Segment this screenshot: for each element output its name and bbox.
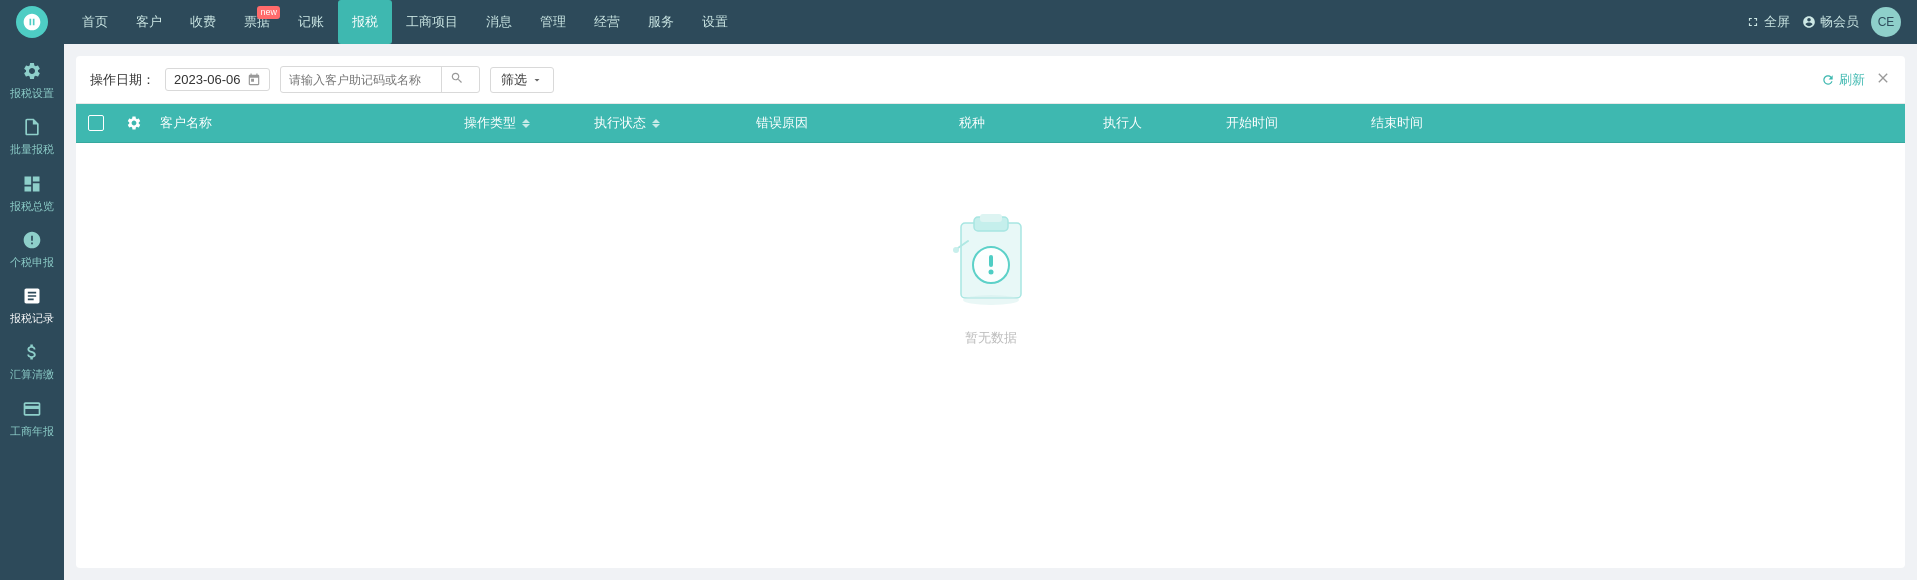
sort-op-type-icon: [522, 119, 530, 128]
svg-rect-4: [989, 255, 993, 267]
nav-item-工商项目[interactable]: 工商项目: [392, 0, 472, 44]
th-start-time-label: 开始时间: [1226, 114, 1278, 132]
date-value: 2023-06-06: [174, 72, 241, 87]
badge-new: new: [257, 6, 280, 19]
sidebar: 报税设置 批量报税 报税总览 个税申报 报税记录 汇算清缴 工商年报: [0, 44, 64, 580]
nav-item-票据[interactable]: 票据new: [230, 0, 284, 44]
record-icon: [21, 285, 43, 307]
nav-item-报税[interactable]: 报税: [338, 0, 392, 44]
th-error-label: 错误原因: [756, 114, 808, 132]
top-navigation: 首页客户收费票据new记账报税工商项目消息管理经营服务设置 全屏 畅会员 CE: [0, 0, 1917, 44]
nav-item-管理[interactable]: 管理: [526, 0, 580, 44]
search-button[interactable]: [441, 67, 472, 92]
search-field: [280, 66, 480, 93]
avatar[interactable]: CE: [1871, 7, 1901, 37]
svg-point-8: [963, 295, 1019, 305]
fullscreen-button[interactable]: 全屏: [1746, 13, 1790, 31]
settings-icon: [21, 60, 43, 82]
filter-label-text: 筛选: [501, 71, 527, 89]
sidebar-label: 汇算清缴: [10, 367, 54, 381]
sort-status-icon: [652, 119, 660, 128]
settlement-icon: [21, 341, 43, 363]
empty-state: 暂无数据: [76, 143, 1905, 407]
close-icon: [1875, 70, 1891, 86]
th-tax-type-label: 税种: [959, 114, 985, 132]
avatar-text: CE: [1878, 15, 1895, 29]
member-button[interactable]: 畅会员: [1802, 13, 1859, 31]
filter-dropdown[interactable]: 筛选: [490, 67, 554, 93]
sidebar-item-报税记录[interactable]: 报税记录: [0, 277, 64, 333]
sidebar-label: 工商年报: [10, 424, 54, 438]
filter-bar: 操作日期： 2023-06-06 筛选 刷新: [76, 56, 1905, 104]
close-button[interactable]: [1875, 70, 1891, 89]
batch-icon: [21, 116, 43, 138]
sidebar-label: 报税总览: [10, 199, 54, 213]
table-header: 客户名称 操作类型 执行状态 错误原因 税种 执行人: [76, 104, 1905, 143]
sidebar-item-汇算清缴[interactable]: 汇算清缴: [0, 333, 64, 389]
nav-item-收费[interactable]: 收费: [176, 0, 230, 44]
nav-item-消息[interactable]: 消息: [472, 0, 526, 44]
refresh-label: 刷新: [1839, 71, 1865, 89]
svg-point-7: [953, 247, 959, 253]
sidebar-item-报税总览[interactable]: 报税总览: [0, 165, 64, 221]
tax-icon: [21, 229, 43, 251]
sidebar-label: 个税申报: [10, 255, 54, 269]
nav-item-首页[interactable]: 首页: [68, 0, 122, 44]
select-all-checkbox[interactable]: [88, 115, 104, 131]
th-customer-label: 客户名称: [160, 114, 212, 132]
th-end-time: 结束时间: [1332, 104, 1462, 142]
search-icon: [450, 71, 464, 85]
th-op-type: 操作类型: [432, 104, 562, 142]
nav-item-客户[interactable]: 客户: [122, 0, 176, 44]
th-status: 执行状态: [562, 104, 692, 142]
app-logo[interactable]: [16, 6, 48, 38]
nav-item-设置[interactable]: 设置: [688, 0, 742, 44]
main-layout: 报税设置 批量报税 报税总览 个税申报 报税记录 汇算清缴 工商年报 操作日期：…: [0, 44, 1917, 580]
svg-rect-2: [980, 214, 1002, 222]
th-checkbox[interactable]: [76, 104, 116, 142]
th-op-type-label: 操作类型: [464, 114, 516, 132]
calendar-icon: [247, 73, 261, 87]
overview-icon: [21, 173, 43, 195]
th-executor: 执行人: [1072, 104, 1172, 142]
empty-text: 暂无数据: [965, 329, 1017, 347]
table-container: 客户名称 操作类型 执行状态 错误原因 税种 执行人: [76, 104, 1905, 568]
content-area: 操作日期： 2023-06-06 筛选 刷新: [64, 44, 1917, 580]
sidebar-label: 报税记录: [10, 311, 54, 325]
nav-item-服务[interactable]: 服务: [634, 0, 688, 44]
refresh-button[interactable]: 刷新: [1821, 71, 1865, 89]
refresh-icon: [1821, 73, 1835, 87]
sidebar-label: 报税设置: [10, 86, 54, 100]
svg-point-5: [988, 270, 993, 275]
th-end-time-label: 结束时间: [1371, 114, 1423, 132]
empty-icon: [946, 203, 1036, 313]
th-error: 错误原因: [692, 104, 872, 142]
th-tax-type: 税种: [872, 104, 1072, 142]
th-start-time: 开始时间: [1172, 104, 1332, 142]
annual-icon: [21, 398, 43, 420]
th-status-label: 执行状态: [594, 114, 646, 132]
nav-item-记账[interactable]: 记账: [284, 0, 338, 44]
nav-items: 首页客户收费票据new记账报税工商项目消息管理经营服务设置: [68, 0, 1746, 44]
th-executor-label: 执行人: [1103, 114, 1142, 132]
sidebar-item-个税申报[interactable]: 个税申报: [0, 221, 64, 277]
fullscreen-label: 全屏: [1764, 13, 1790, 31]
th-customer-name: 客户名称: [152, 104, 432, 142]
date-label: 操作日期：: [90, 71, 155, 89]
gear-icon[interactable]: [126, 115, 142, 131]
search-input[interactable]: [281, 69, 441, 91]
sidebar-label: 批量报税: [10, 142, 54, 156]
sidebar-item-工商年报[interactable]: 工商年报: [0, 390, 64, 446]
date-picker[interactable]: 2023-06-06: [165, 68, 270, 91]
member-label: 畅会员: [1820, 13, 1859, 31]
chevron-down-icon: [531, 74, 543, 86]
th-gear[interactable]: [116, 104, 152, 142]
sidebar-item-批量报税[interactable]: 批量报税: [0, 108, 64, 164]
sidebar-item-报税设置[interactable]: 报税设置: [0, 52, 64, 108]
top-nav-right: 全屏 畅会员 CE: [1746, 7, 1901, 37]
nav-item-经营[interactable]: 经营: [580, 0, 634, 44]
